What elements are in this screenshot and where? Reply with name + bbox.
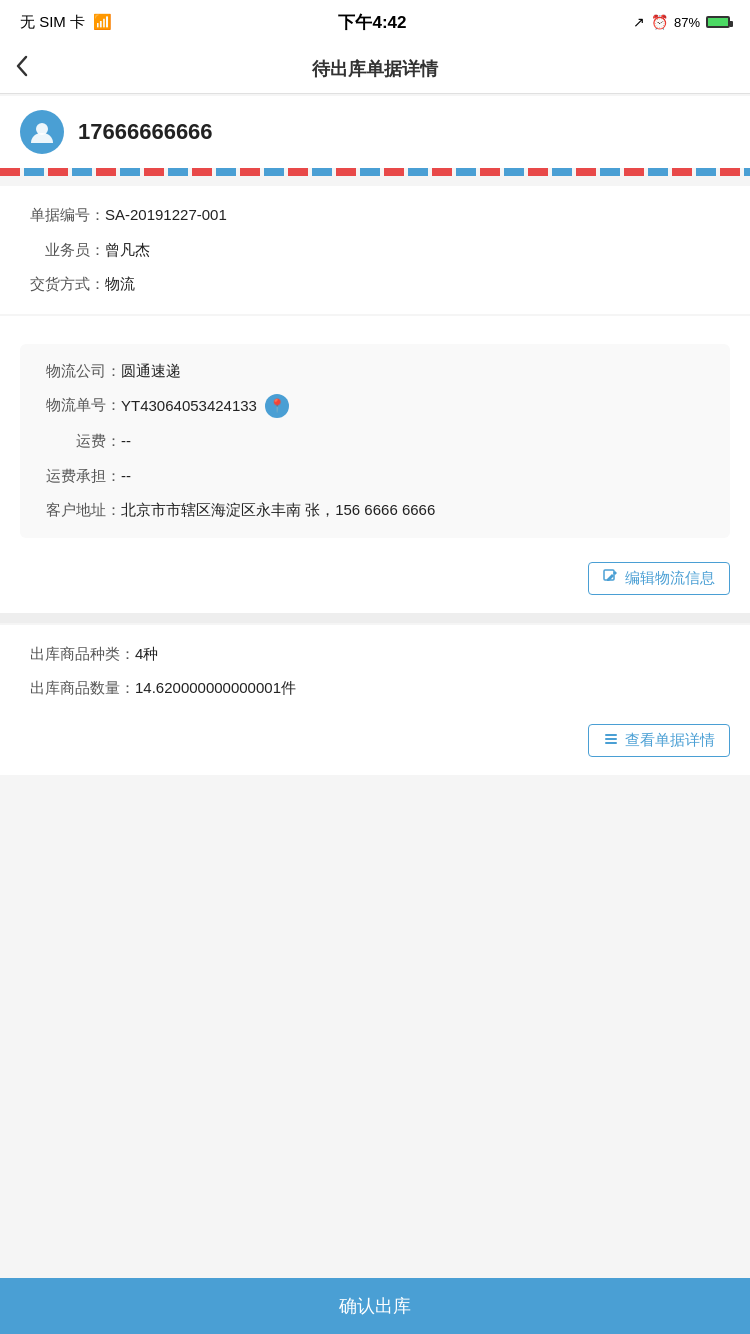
delivery-method-row: 交货方式： 物流 [20,273,730,296]
goods-types-row: 出库商品种类： 4种 [20,643,730,666]
customer-header: 17666666666 [0,96,750,168]
status-carrier: 无 SIM 卡 📶 [20,13,112,32]
view-detail-icon [603,731,619,750]
freight-row: 运费： -- [36,430,714,453]
delivery-method-label: 交货方式： [20,273,105,296]
edit-logistics-button[interactable]: 编辑物流信息 [588,562,730,595]
logistics-company-value: 圆通速递 [121,360,714,383]
order-no-row: 单据编号： SA-20191227-001 [20,204,730,227]
location-pin-icon[interactable]: 📍 [265,394,289,418]
edit-logistics-label: 编辑物流信息 [625,569,715,588]
customer-phone: 17666666666 [78,119,213,145]
freight-bearer-label: 运费承担： [36,465,121,488]
logistics-card: 物流公司： 圆通速递 物流单号： YT43064053424133 📍 运费： … [20,344,730,538]
logistics-company-label: 物流公司： [36,360,121,383]
edit-icon [603,569,619,588]
gray-separator [0,613,750,623]
address-value: 北京市市辖区海淀区永丰南 张，156 6666 6666 [121,499,714,522]
salesperson-row: 业务员： 曾凡杰 [20,239,730,262]
svg-rect-3 [605,738,617,740]
goods-types-label: 出库商品种类： [20,643,135,666]
alarm-icon: ⏰ [651,14,668,30]
freight-value: -- [121,430,714,453]
view-detail-label: 查看单据详情 [625,731,715,750]
svg-rect-4 [605,742,617,744]
view-detail-button[interactable]: 查看单据详情 [588,724,730,757]
confirm-btn-wrapper: 确认出库 [0,1278,750,1334]
logistics-company-row: 物流公司： 圆通速递 [36,360,714,383]
goods-qty-label: 出库商品数量： [20,677,135,700]
back-button[interactable] [8,47,36,91]
order-no-value: SA-20191227-001 [105,204,730,227]
svg-rect-2 [605,734,617,736]
goods-qty-row: 出库商品数量： 14.620000000000001件 [20,677,730,700]
confirm-outbound-button[interactable]: 确认出库 [0,1294,750,1318]
location-icon: ↗ [633,14,645,30]
address-row: 客户地址： 北京市市辖区海淀区永丰南 张，156 6666 6666 [36,499,714,522]
status-time: 下午4:42 [338,11,406,34]
tracking-value: YT43064053424133 📍 [121,394,714,418]
freight-label: 运费： [36,430,121,453]
battery-percent: 87% [674,15,700,30]
tracking-label: 物流单号： [36,394,121,417]
goods-qty-value: 14.620000000000001件 [135,677,730,700]
page-title: 待出库单据详情 [312,57,438,81]
goods-types-value: 4种 [135,643,730,666]
address-label: 客户地址： [36,499,121,522]
goods-section: 出库商品种类： 4种 出库商品数量： 14.620000000000001件 查… [0,625,750,775]
freight-bearer-row: 运费承担： -- [36,465,714,488]
order-no-label: 单据编号： [20,204,105,227]
nav-bar: 待出库单据详情 [0,44,750,94]
status-right: ↗ ⏰ 87% [633,14,730,30]
empty-area [0,775,750,975]
avatar [20,110,64,154]
salesperson-value: 曾凡杰 [105,239,730,262]
freight-bearer-value: -- [121,465,714,488]
salesperson-label: 业务员： [20,239,105,262]
wifi-icon: 📶 [93,13,112,31]
dashed-divider [0,168,750,176]
battery-icon [706,16,730,28]
order-info-section: 单据编号： SA-20191227-001 业务员： 曾凡杰 交货方式： 物流 [0,186,750,314]
status-bar: 无 SIM 卡 📶 下午4:42 ↗ ⏰ 87% [0,0,750,44]
delivery-method-value: 物流 [105,273,730,296]
tracking-row: 物流单号： YT43064053424133 📍 [36,394,714,418]
logistics-section: 物流公司： 圆通速递 物流单号： YT43064053424133 📍 运费： … [0,316,750,613]
